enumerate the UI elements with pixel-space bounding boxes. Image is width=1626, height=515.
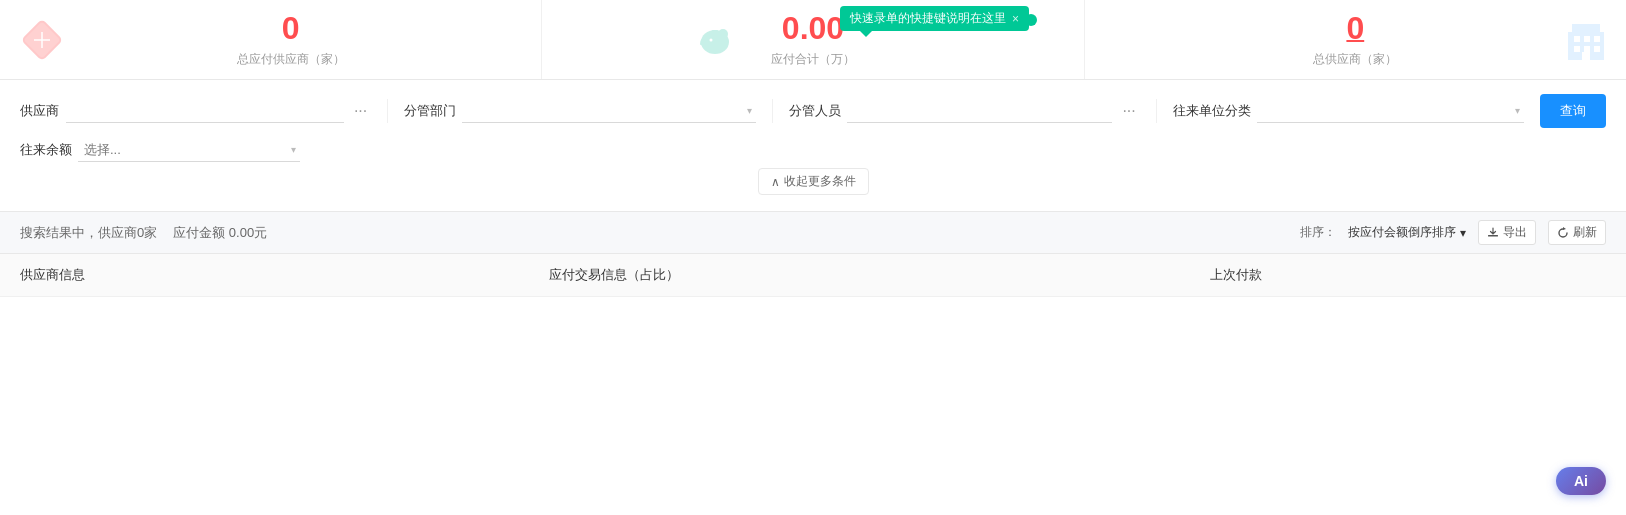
- sort-value: 按应付会额倒序排序: [1348, 224, 1456, 241]
- sort-label: 排序：: [1300, 224, 1336, 241]
- sort-select-btn[interactable]: 按应付会额倒序排序 ▾: [1348, 224, 1466, 241]
- svg-rect-16: [1488, 235, 1498, 237]
- balance-label: 往来余额: [20, 141, 72, 159]
- amount-text: 应付金额 0.00元: [173, 224, 267, 242]
- department-input[interactable]: [462, 99, 755, 122]
- stats-bar: 0 总应付供应商（家） 0.00 应付合计（万） 快速录单的快捷键说明在这里 ×: [0, 0, 1626, 80]
- filter-section: 供应商 ··· 分管部门 ▾ 分管人员 ··· 往来单位分类 ▾: [0, 80, 1626, 212]
- result-info: 搜索结果中，供应商0家 应付金额 0.00元: [20, 224, 267, 242]
- collapse-row: ∧ 收起更多条件: [20, 168, 1606, 203]
- result-bar: 搜索结果中，供应商0家 应付金额 0.00元 排序： 按应付会额倒序排序 ▾ 导…: [0, 212, 1626, 254]
- svg-rect-9: [1574, 36, 1580, 42]
- svg-rect-10: [1584, 36, 1590, 42]
- supplier-label: 供应商: [20, 102, 60, 120]
- ai-assistant-button[interactable]: Ai: [1556, 467, 1606, 495]
- collapse-button[interactable]: ∧ 收起更多条件: [758, 168, 869, 195]
- building-icon: [1562, 16, 1610, 64]
- balance-filter: 往来余额 ▾: [20, 138, 300, 162]
- table-header: 供应商信息 应付交易信息（占比） 上次付款: [0, 254, 1626, 297]
- filter-row-2: 往来余额 ▾: [20, 138, 1606, 162]
- search-result-text: 搜索结果中，供应商0家: [20, 224, 157, 242]
- balance-input[interactable]: [78, 138, 300, 161]
- stat-total-suppliers: 0 总供应商（家）: [1085, 0, 1626, 79]
- col-payment-header: 上次付款: [1210, 266, 1607, 284]
- divider-2: [772, 99, 773, 123]
- refresh-button[interactable]: 刷新: [1548, 220, 1606, 245]
- result-actions: 排序： 按应付会额倒序排序 ▾ 导出 刷新: [1300, 220, 1606, 245]
- svg-rect-15: [1582, 52, 1590, 60]
- supplier-dots-btn[interactable]: ···: [350, 102, 371, 120]
- refresh-icon: [1557, 227, 1569, 239]
- table-section: 供应商信息 应付交易信息（占比） 上次付款: [0, 254, 1626, 515]
- person-label: 分管人员: [789, 102, 841, 120]
- department-select-wrapper: ▾: [462, 99, 755, 123]
- collapse-label: 收起更多条件: [784, 173, 856, 190]
- svg-point-5: [709, 38, 712, 41]
- shortcut-tooltip: 快速录单的快捷键说明在这里 ×: [840, 6, 1029, 31]
- payable-suppliers-label: 总应付供应商（家）: [237, 51, 345, 68]
- col-transaction-header: 应付交易信息（占比）: [549, 266, 1210, 284]
- refresh-label: 刷新: [1573, 224, 1597, 241]
- person-input[interactable]: [847, 99, 1113, 123]
- person-dots-btn[interactable]: ···: [1118, 102, 1139, 120]
- sort-arrow-icon: ▾: [1460, 226, 1466, 240]
- total-suppliers-value: 0: [1313, 11, 1397, 46]
- collapse-icon: ∧: [771, 175, 780, 189]
- payable-suppliers-value: 0: [237, 11, 345, 46]
- payable-total-label: 应付合计（万）: [771, 51, 855, 68]
- tooltip-close-btn[interactable]: ×: [1012, 12, 1019, 26]
- svg-rect-14: [1594, 46, 1600, 52]
- department-filter: 分管部门 ▾: [404, 99, 755, 123]
- export-label: 导出: [1503, 224, 1527, 241]
- stat-payable-suppliers: 0 总应付供应商（家）: [0, 0, 542, 79]
- export-icon: [1487, 227, 1499, 239]
- supplier-input[interactable]: [66, 99, 344, 123]
- supplier-filter: 供应商 ···: [20, 99, 371, 123]
- query-button[interactable]: 查询: [1540, 94, 1606, 128]
- col-supplier-header: 供应商信息: [20, 266, 549, 284]
- category-input[interactable]: [1257, 99, 1524, 122]
- filter-row-1: 供应商 ··· 分管部门 ▾ 分管人员 ··· 往来单位分类 ▾: [20, 94, 1606, 128]
- person-filter: 分管人员 ···: [789, 99, 1140, 123]
- tooltip-text: 快速录单的快捷键说明在这里: [850, 10, 1006, 27]
- export-button[interactable]: 导出: [1478, 220, 1536, 245]
- table-body: [0, 297, 1626, 515]
- category-filter: 往来单位分类 ▾: [1173, 99, 1524, 123]
- svg-rect-13: [1584, 46, 1590, 52]
- total-suppliers-label: 总供应商（家）: [1313, 51, 1397, 68]
- balance-select-wrapper: ▾: [78, 138, 300, 162]
- svg-rect-11: [1594, 36, 1600, 42]
- divider-1: [387, 99, 388, 123]
- category-select-wrapper: ▾: [1257, 99, 1524, 123]
- svg-rect-12: [1574, 46, 1580, 52]
- svg-rect-8: [1572, 24, 1600, 34]
- category-label: 往来单位分类: [1173, 102, 1251, 120]
- piggy-icon: [693, 18, 737, 62]
- divider-3: [1156, 99, 1157, 123]
- svg-rect-6: [712, 30, 718, 34]
- department-label: 分管部门: [404, 102, 456, 120]
- stat-payable-total: 0.00 应付合计（万） 快速录单的快捷键说明在这里 ×: [542, 0, 1084, 79]
- diamond-icon: [20, 18, 64, 62]
- svg-point-4: [718, 29, 728, 39]
